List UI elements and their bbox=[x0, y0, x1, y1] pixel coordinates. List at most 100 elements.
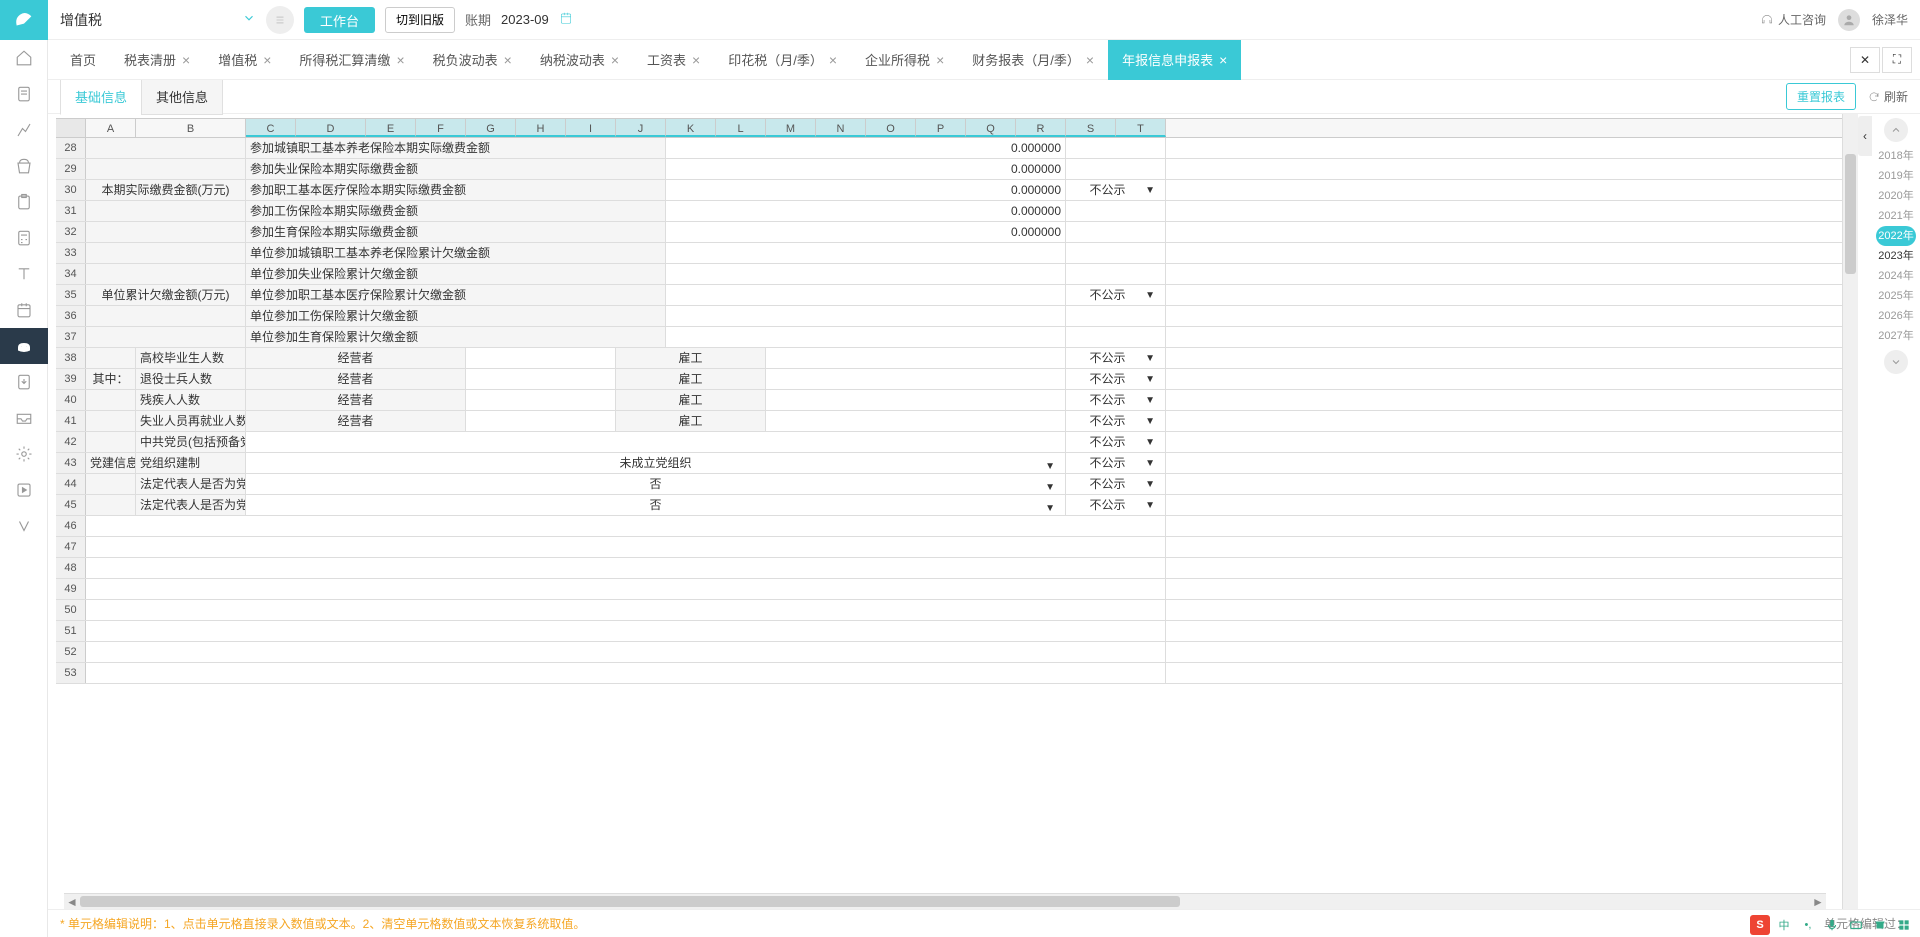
col-header-I[interactable]: I bbox=[566, 119, 616, 137]
row-header[interactable]: 50 bbox=[56, 600, 86, 620]
cell[interactable] bbox=[86, 411, 136, 431]
year-2026年[interactable]: 2026年 bbox=[1876, 306, 1916, 326]
tab-1[interactable]: 税表清册× bbox=[110, 40, 204, 80]
year-2025年[interactable]: 2025年 bbox=[1876, 286, 1916, 306]
col-header-M[interactable]: M bbox=[766, 119, 816, 137]
year-2024年[interactable]: 2024年 bbox=[1876, 266, 1916, 286]
nav-text-icon[interactable] bbox=[0, 256, 48, 292]
tab-close-all[interactable]: ✕ bbox=[1850, 47, 1880, 73]
vertical-scrollbar[interactable] bbox=[1842, 114, 1858, 909]
cell[interactable] bbox=[466, 411, 616, 431]
cell[interactable] bbox=[86, 327, 246, 347]
nav-inbox-icon[interactable] bbox=[0, 400, 48, 436]
cell[interactable]: 不公示 ▼ bbox=[1066, 411, 1166, 431]
tab-8[interactable]: 企业所得税× bbox=[851, 40, 958, 80]
cell[interactable]: 单位参加城镇职工基本养老保险累计欠缴金额 bbox=[246, 243, 666, 263]
col-header-A[interactable]: A bbox=[86, 119, 136, 137]
cell[interactable] bbox=[86, 138, 246, 158]
cell[interactable] bbox=[86, 600, 1166, 620]
horizontal-scrollbar[interactable]: ◄ ► bbox=[64, 893, 1826, 909]
cell[interactable]: 不公示 ▼ bbox=[1066, 285, 1166, 305]
cell[interactable]: 中共党员(包括预备党员)人数 bbox=[136, 432, 246, 452]
cell[interactable]: 0.000000 bbox=[666, 180, 1066, 200]
tab-2[interactable]: 增值税× bbox=[204, 40, 285, 80]
cell[interactable] bbox=[86, 537, 1166, 557]
nav-calendar-icon[interactable] bbox=[0, 292, 48, 328]
year-down[interactable] bbox=[1884, 350, 1908, 374]
row-header[interactable]: 43 bbox=[56, 453, 86, 473]
cell[interactable]: 不公示 ▼ bbox=[1066, 348, 1166, 368]
cell[interactable] bbox=[86, 432, 136, 452]
cell[interactable] bbox=[86, 516, 1166, 536]
cell[interactable] bbox=[466, 369, 616, 389]
cell[interactable] bbox=[86, 264, 246, 284]
row-header[interactable]: 29 bbox=[56, 159, 86, 179]
cell[interactable] bbox=[666, 306, 1066, 326]
nav-v-icon[interactable] bbox=[0, 508, 48, 544]
col-header-S[interactable]: S bbox=[1066, 119, 1116, 137]
cell[interactable]: 否▼ bbox=[246, 474, 1066, 494]
cell[interactable] bbox=[766, 369, 1066, 389]
col-header-Q[interactable]: Q bbox=[966, 119, 1016, 137]
row-header[interactable]: 28 bbox=[56, 138, 86, 158]
cell[interactable] bbox=[1066, 264, 1166, 284]
calendar-icon[interactable] bbox=[559, 11, 573, 28]
cell[interactable] bbox=[86, 642, 1166, 662]
nav-clipboard-icon[interactable] bbox=[0, 184, 48, 220]
cell[interactable]: 0.000000 bbox=[666, 159, 1066, 179]
row-header[interactable]: 46 bbox=[56, 516, 86, 536]
cell[interactable]: 参加职工基本医疗保险本期实际缴费金额 bbox=[246, 180, 666, 200]
nav-calc-icon[interactable] bbox=[0, 220, 48, 256]
list-icon[interactable] bbox=[266, 6, 294, 34]
cell[interactable] bbox=[86, 621, 1166, 641]
cell[interactable]: 法定代表人是否为党员 bbox=[136, 474, 246, 494]
cell[interactable]: 参加工伤保险本期实际缴费金额 bbox=[246, 201, 666, 221]
subtab-basic[interactable]: 基础信息 bbox=[60, 80, 142, 115]
cell[interactable]: 本期实际缴费金额(万元) bbox=[86, 180, 246, 200]
ime-punct-icon[interactable]: •, bbox=[1798, 915, 1818, 935]
nav-doc-icon[interactable] bbox=[0, 76, 48, 112]
col-header-R[interactable]: R bbox=[1016, 119, 1066, 137]
ime-skin-icon[interactable] bbox=[1870, 915, 1890, 935]
tab-close-icon[interactable]: × bbox=[936, 52, 944, 68]
ime-s-icon[interactable]: S bbox=[1750, 915, 1770, 935]
row-header[interactable]: 34 bbox=[56, 264, 86, 284]
tab-7[interactable]: 印花税（月/季）× bbox=[714, 40, 851, 80]
cell[interactable]: 单位参加生育保险累计欠缴金额 bbox=[246, 327, 666, 347]
col-header-L[interactable]: L bbox=[716, 119, 766, 137]
cell[interactable] bbox=[1066, 327, 1166, 347]
cell[interactable]: 经营者 bbox=[246, 411, 466, 431]
row-header[interactable]: 38 bbox=[56, 348, 86, 368]
cell[interactable] bbox=[666, 327, 1066, 347]
col-header-C[interactable]: C bbox=[246, 119, 296, 137]
year-2023年[interactable]: 2023年 bbox=[1876, 246, 1916, 266]
year-2019年[interactable]: 2019年 bbox=[1876, 166, 1916, 186]
cell[interactable] bbox=[86, 579, 1166, 599]
cell[interactable]: 否▼ bbox=[246, 495, 1066, 515]
cell[interactable]: 0.000000 bbox=[666, 138, 1066, 158]
nav-bag-icon[interactable] bbox=[0, 148, 48, 184]
cell[interactable]: 单位参加职工基本医疗保险累计欠缴金额 bbox=[246, 285, 666, 305]
row-header[interactable]: 32 bbox=[56, 222, 86, 242]
year-2022年[interactable]: 2022年 bbox=[1876, 226, 1916, 246]
cell[interactable] bbox=[666, 243, 1066, 263]
ime-lang[interactable]: 中 bbox=[1774, 915, 1794, 935]
cell[interactable] bbox=[1066, 201, 1166, 221]
col-header-D[interactable]: D bbox=[296, 119, 366, 137]
cell[interactable]: 法定代表人是否为党组织书记 bbox=[136, 495, 246, 515]
row-header[interactable]: 44 bbox=[56, 474, 86, 494]
year-panel-toggle[interactable]: ‹ bbox=[1858, 116, 1872, 156]
col-header-O[interactable]: O bbox=[866, 119, 916, 137]
cell[interactable]: 雇工 bbox=[616, 390, 766, 410]
cell[interactable]: 参加失业保险本期实际缴费金额 bbox=[246, 159, 666, 179]
row-header[interactable]: 51 bbox=[56, 621, 86, 641]
cell[interactable]: 参加城镇职工基本养老保险本期实际缴费金额 bbox=[246, 138, 666, 158]
col-header-T[interactable]: T bbox=[1116, 119, 1166, 137]
cell[interactable]: 不公示 ▼ bbox=[1066, 390, 1166, 410]
subtab-other[interactable]: 其他信息 bbox=[141, 80, 223, 115]
cell[interactable] bbox=[466, 390, 616, 410]
cell[interactable]: 其中： bbox=[86, 369, 136, 389]
row-header[interactable]: 52 bbox=[56, 642, 86, 662]
select-all-corner[interactable] bbox=[56, 119, 86, 137]
cell[interactable] bbox=[86, 558, 1166, 578]
